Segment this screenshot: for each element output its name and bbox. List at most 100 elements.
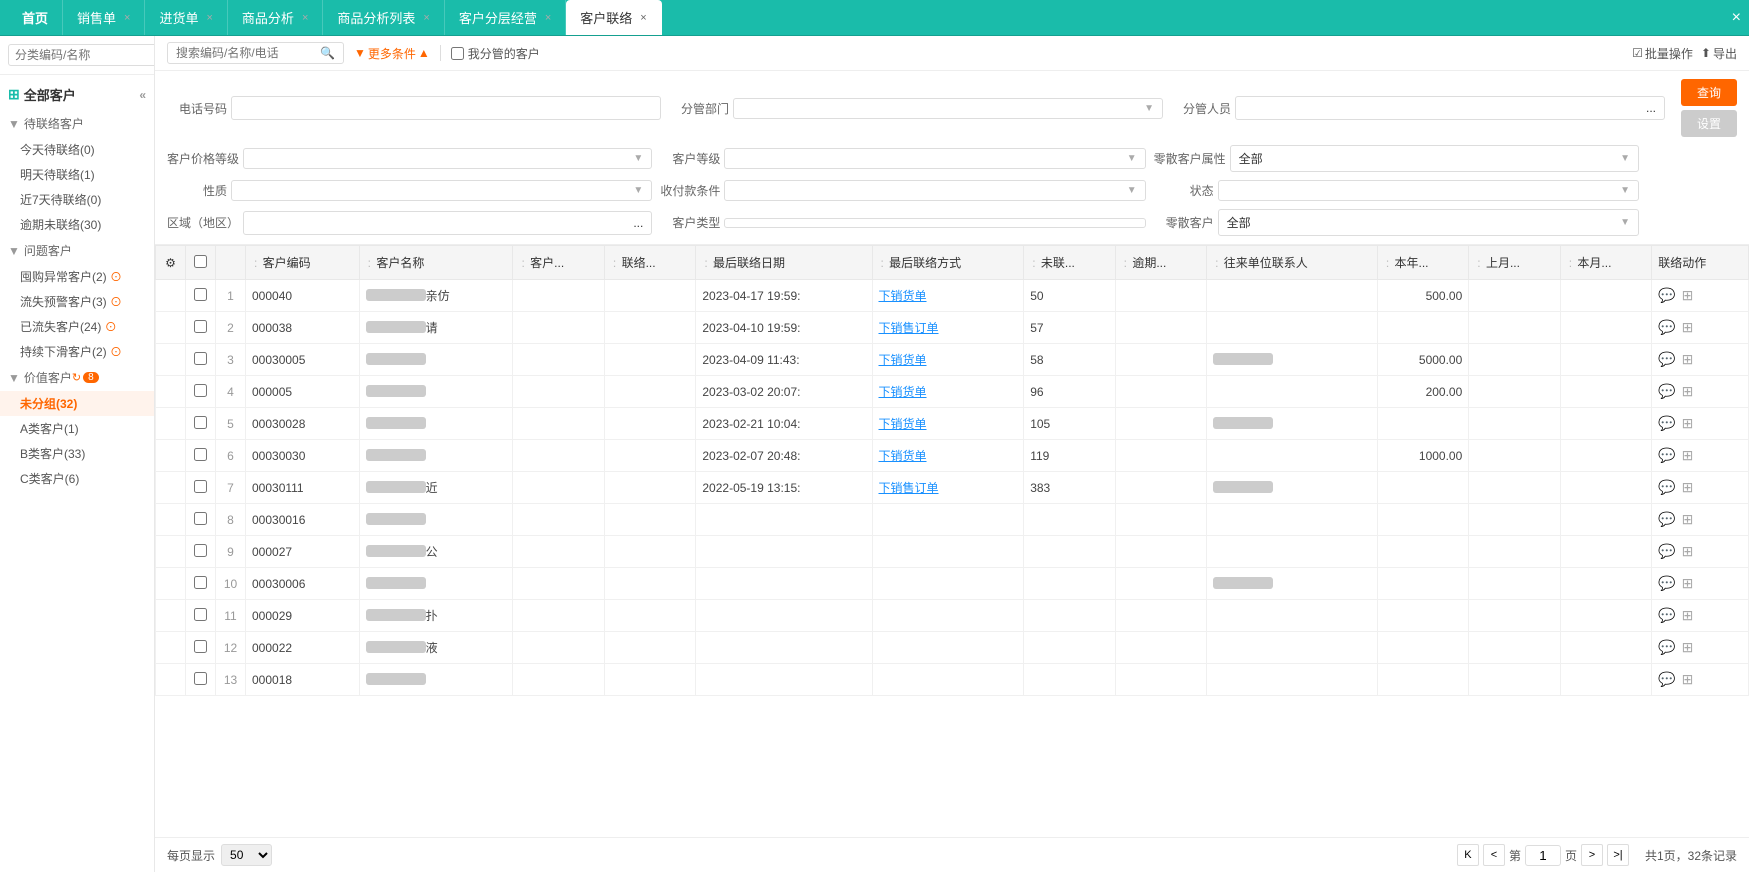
sidebar-item-declining[interactable]: 持续下滑客户(2) ⊙ (0, 339, 154, 364)
chat-icon-6[interactable]: 💬 (1658, 479, 1675, 496)
last-type-link-6[interactable]: 下销售订单 (879, 481, 939, 495)
row-check-7[interactable] (186, 504, 216, 536)
row-last-type-5[interactable]: 下销货单 (872, 440, 1024, 472)
sidebar-item-lost[interactable]: 已流失客户(24) ⊙ (0, 314, 154, 339)
last-type-link-2[interactable]: 下销货单 (879, 353, 927, 367)
row-checkbox-1[interactable] (194, 320, 207, 333)
col-contact[interactable]: : 联络... (604, 246, 695, 280)
row-checkbox-6[interactable] (194, 480, 207, 493)
more-action-icon-4[interactable]: ⊞ (1682, 415, 1694, 432)
more-action-icon-7[interactable]: ⊞ (1682, 511, 1694, 528)
row-checkbox-8[interactable] (194, 544, 207, 557)
row-last-type-2[interactable]: 下销货单 (872, 344, 1024, 376)
row-check-5[interactable] (186, 440, 216, 472)
row-last-type-3[interactable]: 下销货单 (872, 376, 1024, 408)
more-action-icon-10[interactable]: ⊞ (1682, 607, 1694, 624)
row-checkbox-12[interactable] (194, 672, 207, 685)
row-checkbox-0[interactable] (194, 288, 207, 301)
more-action-icon-0[interactable]: ⊞ (1682, 287, 1694, 304)
first-page-btn[interactable]: K (1457, 844, 1479, 866)
tab-product-list-close[interactable]: × (423, 12, 429, 24)
filter-select-retail-attr[interactable]: 全部 ▼ (1230, 145, 1639, 172)
row-check-9[interactable] (186, 568, 216, 600)
col-last-date[interactable]: : 最后联络日期 (696, 246, 872, 280)
filter-select-dept[interactable]: ▼ (733, 98, 1163, 119)
sidebar-item-groupA[interactable]: A类客户(1) (0, 416, 154, 441)
filter-select-nature[interactable]: ▼ (231, 180, 652, 201)
sidebar-item-overdue[interactable]: 逾期未联络(30) (0, 212, 154, 237)
per-page-select[interactable]: 50 100 200 (221, 844, 272, 866)
sidebar-item-groupB[interactable]: B类客户(33) (0, 441, 154, 466)
chat-icon-4[interactable]: 💬 (1658, 415, 1675, 432)
row-last-type-1[interactable]: 下销售订单 (872, 312, 1024, 344)
filter-select-price-level[interactable]: ▼ (243, 148, 652, 169)
chat-icon-10[interactable]: 💬 (1658, 607, 1675, 624)
refresh-icon[interactable]: ↻ (72, 371, 81, 384)
prev-page-btn[interactable]: < (1483, 844, 1505, 866)
tab-product-analysis[interactable]: 商品分析 × (228, 0, 323, 35)
row-check-10[interactable] (186, 600, 216, 632)
col-overdue[interactable]: : 逾期... (1115, 246, 1206, 280)
chat-icon-2[interactable]: 💬 (1658, 351, 1675, 368)
row-check-3[interactable] (186, 376, 216, 408)
row-check-1[interactable] (186, 312, 216, 344)
filter-input-phone[interactable] (231, 96, 661, 120)
export-btn[interactable]: ⬆ 导出 (1701, 45, 1737, 62)
tab-product-list[interactable]: 商品分析列表 × (323, 0, 444, 35)
row-last-type-4[interactable]: 下销货单 (872, 408, 1024, 440)
col-settings[interactable]: ⚙ (156, 246, 186, 280)
more-action-icon-11[interactable]: ⊞ (1682, 639, 1694, 656)
row-check-0[interactable] (186, 280, 216, 312)
more-action-icon-9[interactable]: ⊞ (1682, 575, 1694, 592)
sidebar-item-abnormal[interactable]: 囤购异常客户(2) ⊙ (0, 264, 154, 289)
tab-home[interactable]: 首页 (8, 0, 63, 35)
bulk-ops-btn[interactable]: ☑ 批量操作 (1632, 45, 1693, 62)
row-checkbox-3[interactable] (194, 384, 207, 397)
col-last-type[interactable]: : 最后联络方式 (872, 246, 1024, 280)
reset-btn[interactable]: 设置 (1681, 110, 1737, 137)
row-check-12[interactable] (186, 664, 216, 696)
sidebar-item-week[interactable]: 近7天待联络(0) (0, 187, 154, 212)
row-check-4[interactable] (186, 408, 216, 440)
filter-input-cust-type[interactable] (724, 218, 1145, 228)
more-action-icon-12[interactable]: ⊞ (1682, 671, 1694, 688)
filter-select-retail-cust[interactable]: 全部 ▼ (1218, 209, 1639, 236)
row-last-type-0[interactable]: 下销货单 (872, 280, 1024, 312)
row-last-type-6[interactable]: 下销售订单 (872, 472, 1024, 504)
row-checkbox-10[interactable] (194, 608, 207, 621)
col-cust-name[interactable]: : 客户名称 (359, 246, 513, 280)
last-type-link-1[interactable]: 下销售订单 (879, 321, 939, 335)
row-checkbox-7[interactable] (194, 512, 207, 525)
tab-purchase[interactable]: 进货单 × (145, 0, 227, 35)
sidebar-section-value[interactable]: ▼ 价值客户 ↻ 8 (0, 364, 154, 391)
chat-icon-8[interactable]: 💬 (1658, 543, 1675, 560)
page-input[interactable] (1525, 845, 1561, 866)
more-action-icon-2[interactable]: ⊞ (1682, 351, 1694, 368)
sidebar-section-pending[interactable]: ▼ 待联络客户 (0, 110, 154, 137)
last-type-link-3[interactable]: 下销货单 (879, 385, 927, 399)
row-check-11[interactable] (186, 632, 216, 664)
chat-icon-9[interactable]: 💬 (1658, 575, 1675, 592)
query-btn[interactable]: 查询 (1681, 79, 1737, 106)
row-checkbox-5[interactable] (194, 448, 207, 461)
row-check-2[interactable] (186, 344, 216, 376)
row-checkbox-4[interactable] (194, 416, 207, 429)
tab-sales[interactable]: 销售单 × (63, 0, 145, 35)
row-check-6[interactable] (186, 472, 216, 504)
col-unit-contact[interactable]: : 往来单位联系人 (1207, 246, 1378, 280)
chat-icon-3[interactable]: 💬 (1658, 383, 1675, 400)
col-this-year[interactable]: : 本年... (1377, 246, 1468, 280)
col-this-month[interactable]: : 本月... (1560, 246, 1651, 280)
col-checkbox[interactable] (186, 246, 216, 280)
chat-icon-0[interactable]: 💬 (1658, 287, 1675, 304)
tab-customer-contact-close[interactable]: × (640, 12, 646, 24)
tab-sales-close[interactable]: × (124, 12, 130, 24)
last-type-link-5[interactable]: 下销货单 (879, 449, 927, 463)
col-cust-code[interactable]: : 客户编码 (246, 246, 360, 280)
chat-icon-5[interactable]: 💬 (1658, 447, 1675, 464)
sidebar-section-problem[interactable]: ▼ 问题客户 (0, 237, 154, 264)
tab-product-analysis-close[interactable]: × (302, 12, 308, 24)
sidebar-item-churn-risk[interactable]: 流失预警客户(3) ⊙ (0, 289, 154, 314)
sidebar-item-today[interactable]: 今天待联络(0) (0, 137, 154, 162)
my-customers-checkbox[interactable]: 我分管的客户 (451, 45, 540, 62)
